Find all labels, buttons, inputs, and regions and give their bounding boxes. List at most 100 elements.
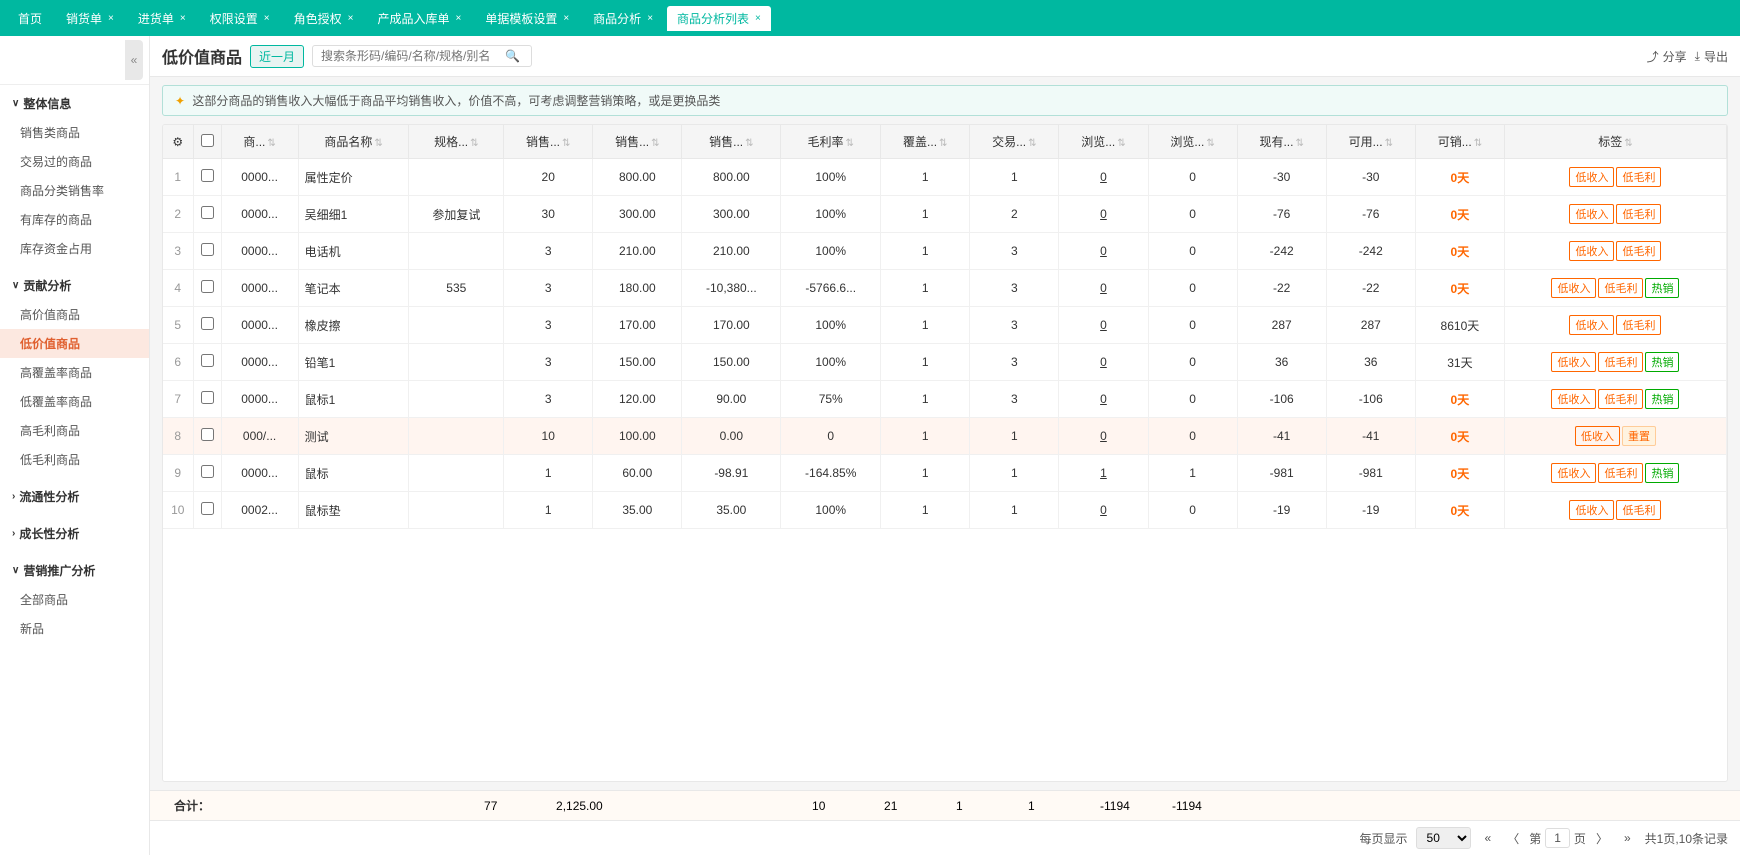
nav-permission-close[interactable]: × (264, 13, 270, 24)
sidebar-item-new-goods[interactable]: 新品 (0, 614, 149, 643)
nav-permission[interactable]: 权限设置× (200, 6, 280, 31)
row-view1[interactable]: 0 (1059, 307, 1148, 344)
row-checkbox-cell[interactable] (193, 418, 221, 455)
view1-value[interactable]: 0 (1100, 281, 1107, 295)
nav-product-close[interactable]: × (455, 13, 461, 24)
row-view1[interactable]: 1 (1059, 455, 1148, 492)
sidebar-item-category-sales[interactable]: 商品分类销售率 (0, 176, 149, 205)
col-tags[interactable]: 标签⇅ (1504, 125, 1726, 159)
nav-sales[interactable]: 销货单× (56, 6, 124, 31)
export-btn[interactable]: ⤓ 导出 (1695, 48, 1728, 65)
col-sales-profit[interactable]: 销售...⇅ (682, 125, 781, 159)
sidebar-item-high-margin[interactable]: 高毛利商品 (0, 416, 149, 445)
current-page[interactable]: 1 (1545, 828, 1570, 848)
row-checkbox-cell[interactable] (193, 233, 221, 270)
row-view1[interactable]: 0 (1059, 344, 1148, 381)
sidebar-item-low-value[interactable]: 低价值商品 (0, 329, 149, 358)
col-sellable[interactable]: 可销...⇅ (1415, 125, 1504, 159)
prev-page-btn[interactable]: 〈 (1501, 828, 1525, 849)
sidebar-group-flow[interactable]: › 流通性分析 (0, 482, 149, 511)
search-icon[interactable]: 🔍 (505, 49, 520, 63)
nav-product[interactable]: 产成品入库单× (367, 6, 471, 31)
nav-role-close[interactable]: × (348, 13, 354, 24)
col-view2[interactable]: 浏览...⇅ (1148, 125, 1237, 159)
nav-goods-list[interactable]: 商品分析列表× (667, 6, 771, 31)
row-checkbox-cell[interactable] (193, 270, 221, 307)
row-checkbox[interactable] (201, 391, 214, 404)
col-trade[interactable]: 交易...⇅ (970, 125, 1059, 159)
row-checkbox[interactable] (201, 206, 214, 219)
view1-value[interactable]: 0 (1100, 318, 1107, 332)
col-code[interactable]: 商...⇅ (221, 125, 298, 159)
row-view1[interactable]: 0 (1059, 159, 1148, 196)
col-sales-amount[interactable]: 销售...⇅ (593, 125, 682, 159)
sidebar-collapse-btn[interactable]: « (125, 40, 143, 80)
row-checkbox-cell[interactable] (193, 307, 221, 344)
view1-value[interactable]: 0 (1100, 503, 1107, 517)
view1-value[interactable]: 0 (1100, 392, 1107, 406)
col-margin[interactable]: 毛利率⇅ (781, 125, 881, 159)
row-view1[interactable]: 0 (1059, 233, 1148, 270)
nav-template[interactable]: 单据模板设置× (475, 6, 579, 31)
row-checkbox[interactable] (201, 243, 214, 256)
nav-home[interactable]: 首页 (8, 6, 52, 31)
view1-value[interactable]: 0 (1100, 207, 1107, 221)
sidebar-item-all-goods[interactable]: 全部商品 (0, 585, 149, 614)
row-checkbox-cell[interactable] (193, 159, 221, 196)
view1-value[interactable]: 0 (1100, 355, 1107, 369)
sidebar-item-sales-goods[interactable]: 销售类商品 (0, 118, 149, 147)
col-current[interactable]: 现有...⇅ (1237, 125, 1326, 159)
col-coverage[interactable]: 覆盖...⇅ (881, 125, 970, 159)
col-checkbox[interactable] (193, 125, 221, 159)
view1-value[interactable]: 0 (1100, 429, 1107, 443)
nav-goods-analysis[interactable]: 商品分析× (583, 6, 663, 31)
view1-value[interactable]: 0 (1100, 244, 1107, 258)
row-checkbox[interactable] (201, 280, 214, 293)
view1-value[interactable]: 0 (1100, 170, 1107, 184)
col-settings[interactable]: ⚙ (163, 125, 193, 159)
nav-goods-analysis-close[interactable]: × (647, 13, 653, 24)
last-page-btn[interactable]: » (1618, 829, 1637, 847)
sidebar-item-high-coverage[interactable]: 高覆盖率商品 (0, 358, 149, 387)
view1-value[interactable]: 1 (1100, 466, 1107, 480)
sidebar-item-stock-goods[interactable]: 有库存的商品 (0, 205, 149, 234)
col-name[interactable]: 商品名称⇅ (298, 125, 409, 159)
col-spec[interactable]: 规格...⇅ (409, 125, 504, 159)
row-checkbox[interactable] (201, 317, 214, 330)
col-sales-qty[interactable]: 销售...⇅ (504, 125, 593, 159)
row-checkbox-cell[interactable] (193, 492, 221, 529)
sidebar-group-overview[interactable]: ∨ 整体信息 (0, 89, 149, 118)
sidebar-group-contribution[interactable]: ∨ 贡献分析 (0, 271, 149, 300)
row-view1[interactable]: 0 (1059, 196, 1148, 233)
nav-goods-list-close[interactable]: × (755, 13, 761, 24)
nav-template-close[interactable]: × (563, 13, 569, 24)
search-input[interactable] (321, 49, 501, 63)
row-checkbox-cell[interactable] (193, 196, 221, 233)
nav-purchase-close[interactable]: × (180, 13, 186, 24)
next-page-btn[interactable]: 〉 (1590, 828, 1614, 849)
sidebar-item-low-coverage[interactable]: 低覆盖率商品 (0, 387, 149, 416)
filter-recent-month-btn[interactable]: 近一月 (250, 45, 304, 68)
sidebar-item-traded-goods[interactable]: 交易过的商品 (0, 147, 149, 176)
sidebar-item-stock-fund[interactable]: 库存资金占用 (0, 234, 149, 263)
nav-sales-close[interactable]: × (108, 13, 114, 24)
sidebar-item-high-value[interactable]: 高价值商品 (0, 300, 149, 329)
row-checkbox-cell[interactable] (193, 455, 221, 492)
row-view1[interactable]: 0 (1059, 492, 1148, 529)
sidebar-item-low-margin[interactable]: 低毛利商品 (0, 445, 149, 474)
row-view1[interactable]: 0 (1059, 270, 1148, 307)
select-all-checkbox[interactable] (201, 134, 214, 147)
nav-purchase[interactable]: 进货单× (128, 6, 196, 31)
row-view1[interactable]: 0 (1059, 381, 1148, 418)
row-checkbox[interactable] (201, 465, 214, 478)
per-page-select[interactable]: 50 100 200 (1416, 827, 1471, 849)
sidebar-group-growth[interactable]: › 成长性分析 (0, 519, 149, 548)
row-checkbox-cell[interactable] (193, 344, 221, 381)
first-page-btn[interactable]: « (1479, 829, 1498, 847)
row-view1[interactable]: 0 (1059, 418, 1148, 455)
col-view1[interactable]: 浏览...⇅ (1059, 125, 1148, 159)
row-checkbox[interactable] (201, 169, 214, 182)
col-available[interactable]: 可用...⇅ (1326, 125, 1415, 159)
row-checkbox-cell[interactable] (193, 381, 221, 418)
row-checkbox[interactable] (201, 428, 214, 441)
